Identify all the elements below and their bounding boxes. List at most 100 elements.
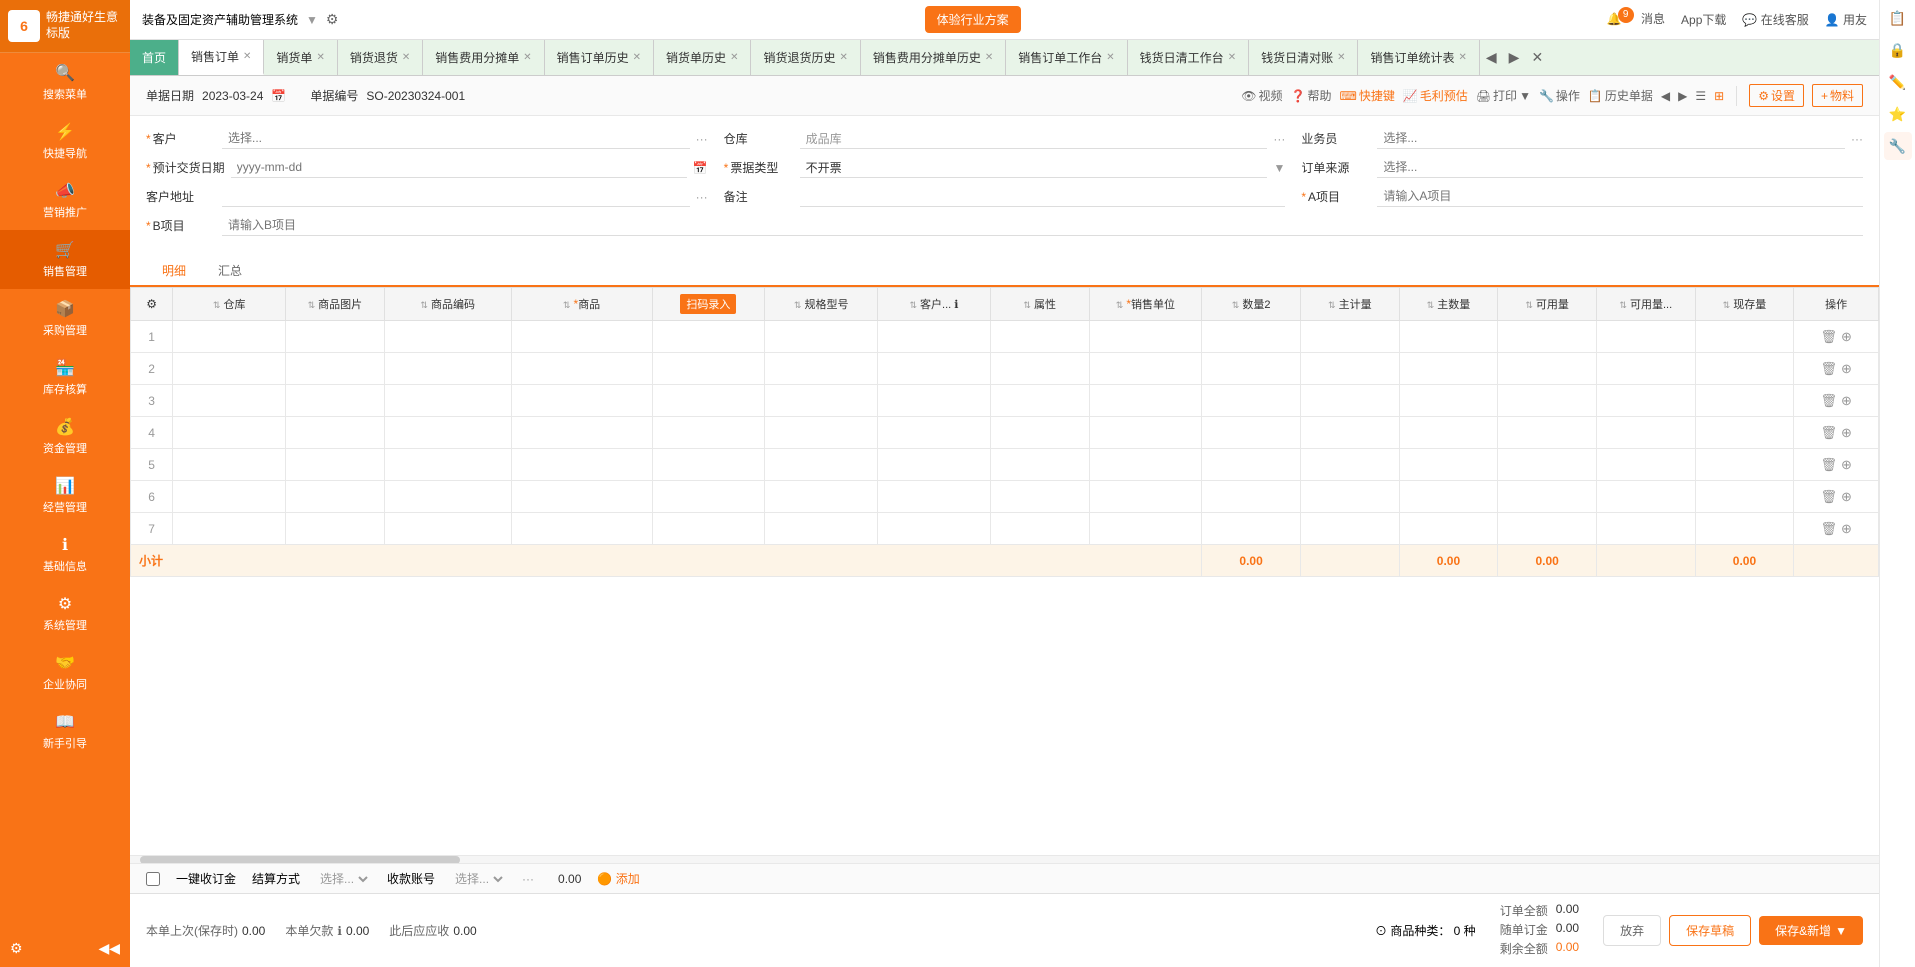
row-stock-3[interactable] (1695, 385, 1794, 417)
right-icon-lock[interactable]: 🔒 (1884, 36, 1912, 64)
tab-4[interactable]: 销售费用分摊单✕ (423, 40, 544, 75)
row-attr-3[interactable] (990, 385, 1089, 417)
delete-icon-3[interactable]: 🗑 (1820, 393, 1837, 409)
copy-icon-1[interactable]: ⊕ (1841, 329, 1852, 345)
one-click-checkbox[interactable] (146, 872, 160, 886)
sidebar-item-企业协同[interactable]: 🤝企业协同 (0, 643, 130, 702)
row-attr-4[interactable] (990, 417, 1089, 449)
sidebar-item-系统管理[interactable]: ⚙系统管理 (0, 584, 130, 643)
right-icon-pencil[interactable]: ✏️ (1884, 68, 1912, 96)
row-unit-3[interactable] (1089, 385, 1202, 417)
row-warehouse-7[interactable] (173, 513, 286, 545)
tab-2[interactable]: 销货单✕ (264, 40, 337, 75)
salesperson-more[interactable]: ··· (1851, 132, 1863, 146)
row-image-2[interactable] (286, 353, 385, 385)
detail-tab-1[interactable]: 汇总 (202, 256, 258, 285)
print-btn[interactable]: 🖨 打印 ▼ (1476, 87, 1531, 104)
tab-0[interactable]: 首页 (130, 40, 179, 75)
row-cust-code-6[interactable] (878, 481, 991, 513)
app-download-link[interactable]: App下载 (1681, 11, 1726, 28)
row-stock-7[interactable] (1695, 513, 1794, 545)
tab-3[interactable]: 销货退货✕ (338, 40, 423, 75)
bank-select[interactable]: 选择... (451, 871, 506, 887)
row-spec-7[interactable] (765, 513, 878, 545)
sidebar-item-库存核算[interactable]: 🏪库存核算 (0, 348, 130, 407)
row-warehouse-5[interactable] (173, 449, 286, 481)
warehouse-more[interactable]: ··· (1273, 132, 1285, 146)
horizontal-scrollbar[interactable] (130, 855, 1879, 863)
add-button[interactable]: 🟠 添加 (597, 870, 639, 887)
row-unit-7[interactable] (1089, 513, 1202, 545)
prev-record-btn[interactable]: ◀ (1661, 89, 1670, 103)
tab-prev-btn[interactable]: ◀ (1480, 40, 1503, 75)
row-main-qty-1[interactable] (1399, 321, 1498, 353)
tab-10[interactable]: 钱货日清工作台✕ (1128, 40, 1249, 75)
add-material-btn[interactable]: + 物料 (1812, 84, 1863, 107)
row-available-6[interactable] (1498, 481, 1597, 513)
row-code-5[interactable] (384, 449, 511, 481)
tab-12[interactable]: 销售订单统计表✕ (1358, 40, 1479, 75)
online-service-link[interactable]: 💬 在线客服 (1742, 11, 1808, 28)
row-qty2-6[interactable] (1202, 481, 1301, 513)
tab-close-7[interactable]: ✕ (839, 52, 847, 63)
tab-8[interactable]: 销售费用分摊单历史✕ (861, 40, 1006, 75)
row-warehouse-4[interactable] (173, 417, 286, 449)
row-main-qty-6[interactable] (1399, 481, 1498, 513)
copy-icon-3[interactable]: ⊕ (1841, 393, 1852, 409)
row-main-unit-5[interactable] (1300, 449, 1399, 481)
row-stock-2[interactable] (1695, 353, 1794, 385)
row-main-unit-4[interactable] (1300, 417, 1399, 449)
calendar-icon[interactable]: 📅 (271, 89, 286, 103)
tab-6[interactable]: 销货单历史✕ (654, 40, 751, 75)
row-spec-3[interactable] (765, 385, 878, 417)
row-image-4[interactable] (286, 417, 385, 449)
tab-5[interactable]: 销售订单历史✕ (545, 40, 654, 75)
help-btn[interactable]: ❓ 帮助 (1291, 87, 1332, 104)
row-spec-5[interactable] (765, 449, 878, 481)
tab-9[interactable]: 销售订单工作台✕ (1006, 40, 1127, 75)
expand-btn[interactable]: ⊞ (1714, 89, 1724, 103)
row-qty2-1[interactable] (1202, 321, 1301, 353)
delete-icon-6[interactable]: 🗑 (1820, 489, 1837, 505)
row-available2-7[interactable] (1596, 513, 1695, 545)
salesperson-input[interactable] (1377, 128, 1845, 149)
row-scan-6[interactable] (652, 481, 765, 513)
list-view-btn[interactable]: ☰ (1695, 89, 1706, 103)
tab-close-4[interactable]: ✕ (523, 52, 531, 63)
project-a-input[interactable] (1377, 186, 1863, 207)
row-main-unit-1[interactable] (1300, 321, 1399, 353)
tab-close-10[interactable]: ✕ (1228, 52, 1236, 63)
row-cust-code-1[interactable] (878, 321, 991, 353)
row-scan-5[interactable] (652, 449, 765, 481)
row-available2-4[interactable] (1596, 417, 1695, 449)
row-image-6[interactable] (286, 481, 385, 513)
tab-close-9[interactable]: ✕ (1106, 52, 1114, 63)
row-cust-code-7[interactable] (878, 513, 991, 545)
row-code-6[interactable] (384, 481, 511, 513)
delete-icon-4[interactable]: 🗑 (1820, 425, 1837, 441)
customer-more[interactable]: ··· (696, 132, 708, 146)
row-main-unit-3[interactable] (1300, 385, 1399, 417)
row-unit-1[interactable] (1089, 321, 1202, 353)
row-stock-4[interactable] (1695, 417, 1794, 449)
row-cust-code-2[interactable] (878, 353, 991, 385)
sidebar-item-新手引导[interactable]: 📖新手引导 (0, 702, 130, 761)
invoice-dropdown-icon[interactable]: ▼ (1273, 161, 1285, 175)
collapse-icon[interactable]: ◀◀ (98, 940, 120, 957)
memo-input[interactable] (800, 186, 1286, 207)
row-image-3[interactable] (286, 385, 385, 417)
row-cust-code-5[interactable] (878, 449, 991, 481)
row-warehouse-2[interactable] (173, 353, 286, 385)
tab-close-all-btn[interactable]: ✕ (1525, 40, 1549, 75)
row-image-7[interactable] (286, 513, 385, 545)
row-qty2-7[interactable] (1202, 513, 1301, 545)
row-main-unit-7[interactable] (1300, 513, 1399, 545)
history-btn[interactable]: 📋 历史单据 (1588, 87, 1653, 104)
row-available-1[interactable] (1498, 321, 1597, 353)
settings-icon[interactable]: ⚙ (326, 11, 339, 28)
calendar2-icon[interactable]: 📅 (693, 161, 708, 175)
row-main-qty-4[interactable] (1399, 417, 1498, 449)
tab-close-2[interactable]: ✕ (316, 52, 324, 63)
row-available2-6[interactable] (1596, 481, 1695, 513)
sidebar-item-销售管理[interactable]: 🛒销售管理 (0, 230, 130, 289)
